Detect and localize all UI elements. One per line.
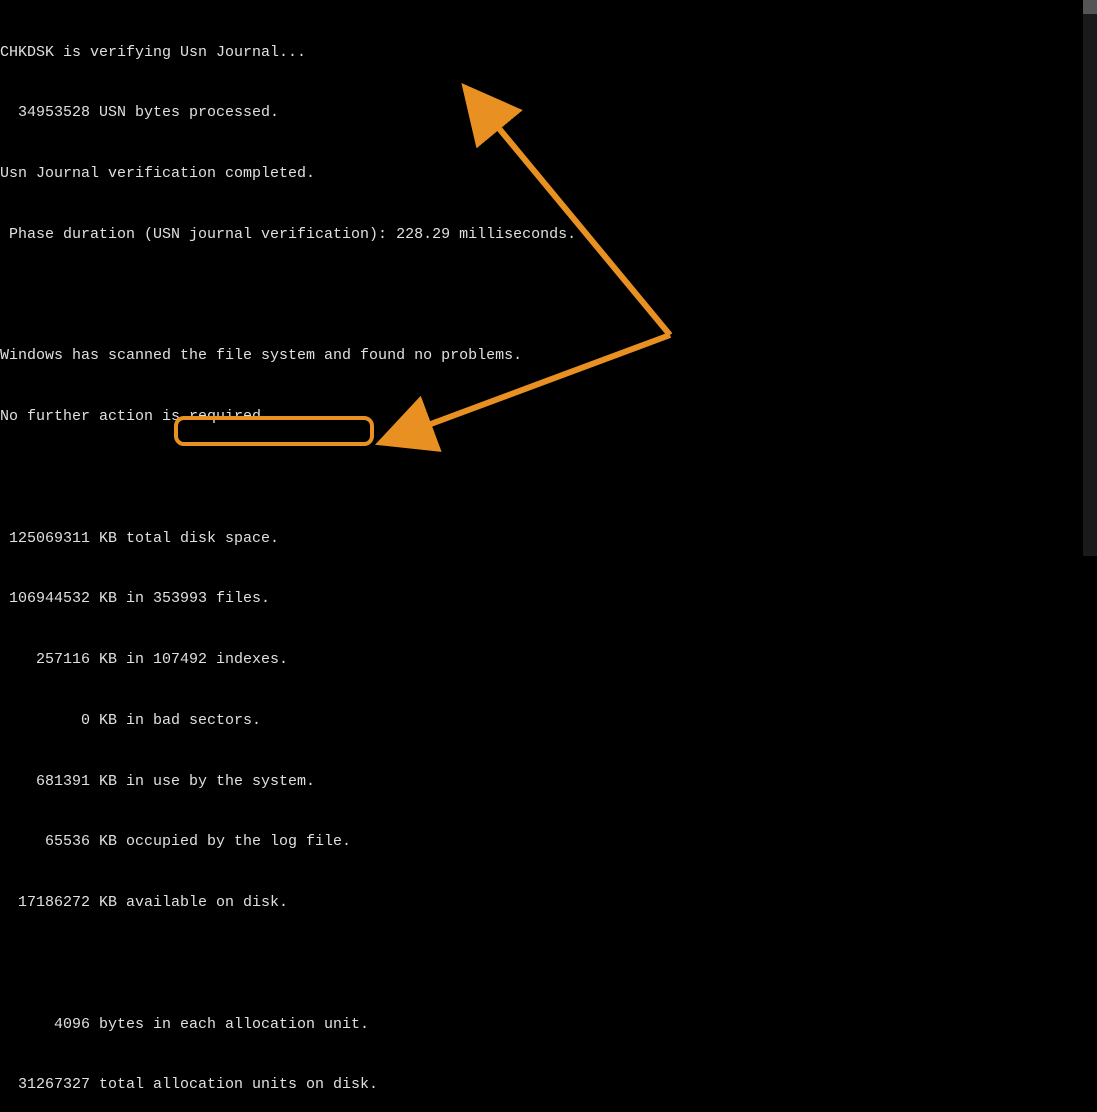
output-line: 106944532 KB in 353993 files. [0,589,1097,609]
scrollbar-thumb[interactable] [1083,0,1097,14]
output-line: 34953528 USN bytes processed. [0,103,1097,123]
output-line: No further action is required. [0,407,1097,427]
scrollbar[interactable] [1083,0,1097,556]
output-line: 17186272 KB available on disk. [0,893,1097,913]
output-line: Usn Journal verification completed. [0,164,1097,184]
output-line [0,954,1097,974]
output-line: 31267327 total allocation units on disk. [0,1075,1097,1095]
output-line: 257116 KB in 107492 indexes. [0,650,1097,670]
output-line [0,286,1097,306]
output-line: Windows has scanned the file system and … [0,346,1097,366]
output-line: 0 KB in bad sectors. [0,711,1097,731]
output-line: CHKDSK is verifying Usn Journal... [0,43,1097,63]
terminal-output[interactable]: CHKDSK is verifying Usn Journal... 34953… [0,2,1097,1112]
output-line: Phase duration (USN journal verification… [0,225,1097,245]
output-line [0,468,1097,488]
output-line: 65536 KB occupied by the log file. [0,832,1097,852]
output-line: 4096 bytes in each allocation unit. [0,1015,1097,1035]
output-line: 125069311 KB total disk space. [0,529,1097,549]
output-line: 681391 KB in use by the system. [0,772,1097,792]
